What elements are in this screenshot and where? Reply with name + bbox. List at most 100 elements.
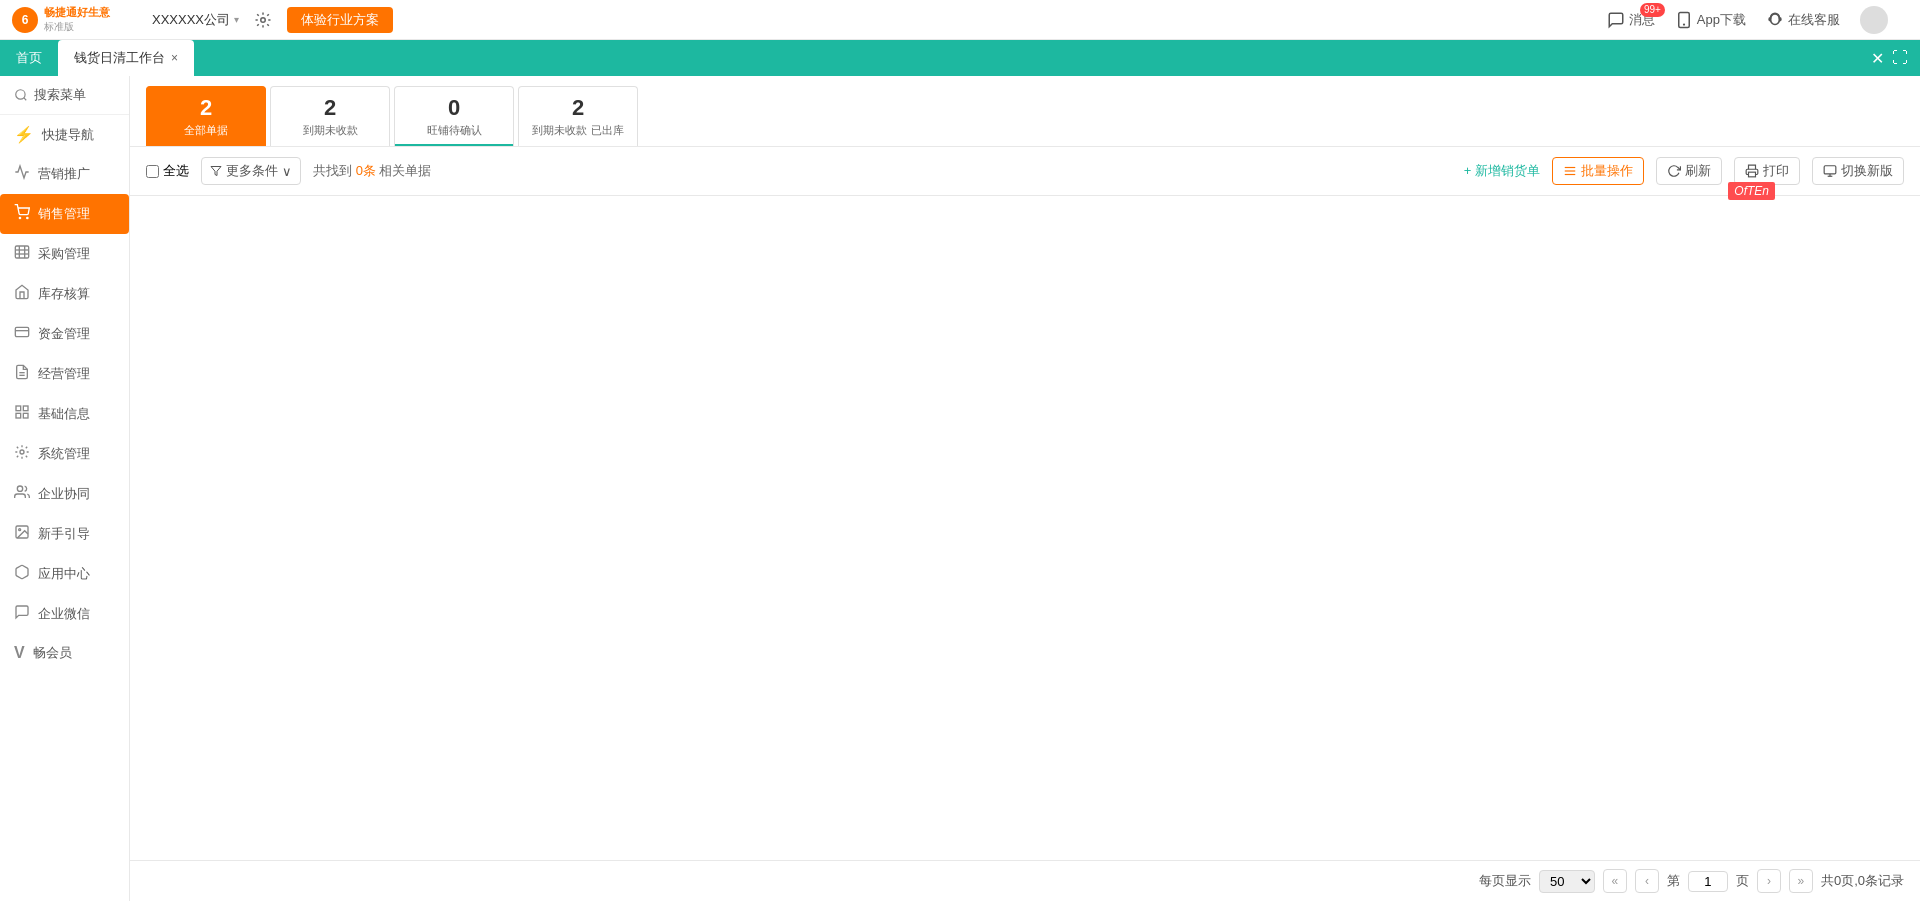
sidebar-item-label: 新手引导 (38, 525, 90, 543)
page-prefix: 第 (1667, 872, 1680, 890)
sidebar-item-sales-mgmt[interactable]: 销售管理 (0, 194, 129, 234)
tab-label-shipped: 到期未收款 已出库 (532, 123, 623, 138)
tab-label-wangpu: 旺铺待确认 (427, 123, 482, 138)
tab-home[interactable]: 首页 (0, 40, 58, 76)
trial-button[interactable]: 体验行业方案 (287, 7, 393, 33)
summary-tab-all[interactable]: 2 全部单据 (146, 86, 266, 146)
message-button[interactable]: 消息 99+ (1607, 11, 1655, 29)
online-service-label: 在线客服 (1788, 11, 1840, 29)
sidebar-item-inventory[interactable]: 库存核算 (0, 274, 129, 314)
new-sales-button[interactable]: + 新增销货单 (1464, 162, 1540, 180)
top-header: 6 畅捷通好生意 标准版 XXXXXX公司 ▾ 体验行业方案 消息 99+ (0, 0, 1920, 40)
svg-rect-18 (23, 413, 28, 418)
basic-info-icon (14, 404, 30, 424)
sidebar-item-label: 系统管理 (38, 445, 90, 463)
pagination-footer: 每页显示 50 100 200 « ‹ 第 页 › » 共0页,0条记录 (130, 860, 1920, 901)
tab-home-label: 首页 (16, 49, 42, 67)
sidebar-item-label: 营销推广 (38, 165, 90, 183)
filter-label: 更多条件 (226, 162, 278, 180)
sidebar-item-enterprise-collab[interactable]: 企业协同 (0, 474, 129, 514)
summary-tab-wangpu[interactable]: 0 旺铺待确认 (394, 86, 514, 146)
sidebar-item-label: 经营管理 (38, 365, 90, 383)
sidebar: 搜索菜单 ⚡ 快捷导航 营销推广 销售管理 (0, 76, 130, 901)
enterprise-wechat-icon (14, 604, 30, 624)
refresh-label: 刷新 (1685, 162, 1711, 180)
next-page-button[interactable]: › (1757, 869, 1781, 893)
logo-icon: 6 (12, 7, 38, 33)
sidebar-item-basic-info[interactable]: 基础信息 (0, 394, 129, 434)
finance-mgmt-icon (14, 324, 30, 344)
quick-nav-icon: ⚡ (14, 125, 34, 144)
sidebar-item-label: 基础信息 (38, 405, 90, 423)
select-all-checkbox[interactable]: 全选 (146, 162, 189, 180)
sidebar-item-marketing[interactable]: 营销推广 (0, 154, 129, 194)
summary-tabs: 2 全部单据 2 到期未收款 0 旺铺待确认 2 到期未收款 已出库 (130, 76, 1920, 147)
sales-mgmt-icon (14, 204, 30, 224)
print-button[interactable]: 打印 (1734, 157, 1800, 185)
select-all-input[interactable] (146, 165, 159, 178)
tab-active[interactable]: 钱货日清工作台 × (58, 40, 194, 76)
sidebar-item-enterprise-wechat[interactable]: 企业微信 (0, 594, 129, 634)
sidebar-search[interactable]: 搜索菜单 (0, 76, 129, 115)
summary-tab-overdue[interactable]: 2 到期未收款 (270, 86, 390, 146)
prev-page-button[interactable]: ‹ (1635, 869, 1659, 893)
company-selector[interactable]: XXXXXX公司 ▾ (152, 11, 239, 29)
sidebar-item-label: 采购管理 (38, 245, 90, 263)
sidebar-item-label: 企业协同 (38, 485, 90, 503)
app-center-icon (14, 564, 30, 584)
enterprise-collab-icon (14, 484, 30, 504)
marketing-icon (14, 164, 30, 184)
tab-close-window-button[interactable]: ✕ (1871, 49, 1884, 68)
sidebar-item-new-guide[interactable]: 新手引导 (0, 514, 129, 554)
avatar[interactable] (1860, 6, 1888, 34)
sidebar-search-label: 搜索菜单 (34, 86, 86, 104)
sidebar-item-system-mgmt[interactable]: 系统管理 (0, 434, 129, 474)
tab-count-all: 2 (200, 95, 212, 121)
tab-label-all: 全部单据 (184, 123, 228, 138)
vip-member-icon: V (14, 644, 25, 662)
app-download-label: App下载 (1697, 11, 1746, 29)
first-page-button[interactable]: « (1603, 869, 1627, 893)
batch-op-button[interactable]: 批量操作 (1552, 157, 1644, 185)
sidebar-item-quick-nav[interactable]: ⚡ 快捷导航 (0, 115, 129, 154)
svg-line-4 (24, 98, 27, 101)
tab-maximize-button[interactable]: ⛶ (1892, 49, 1908, 67)
found-text: 共找到 0条 相关单据 (313, 162, 431, 180)
online-service-button[interactable]: 在线客服 (1766, 11, 1840, 29)
switch-new-button[interactable]: 切换新版 (1812, 157, 1904, 185)
app-download-button[interactable]: App下载 (1675, 11, 1746, 29)
system-mgmt-icon (14, 444, 30, 464)
main-layout: 搜索菜单 ⚡ 快捷导航 营销推广 销售管理 (0, 76, 1920, 901)
purchase-mgmt-icon (14, 244, 30, 264)
new-guide-icon (14, 524, 30, 544)
content-area: 2 全部单据 2 到期未收款 0 旺铺待确认 2 到期未收款 已出库 (130, 76, 1920, 901)
svg-rect-12 (15, 327, 28, 336)
sidebar-item-finance-mgmt[interactable]: 资金管理 (0, 314, 129, 354)
refresh-button[interactable]: 刷新 (1656, 157, 1722, 185)
last-page-button[interactable]: » (1789, 869, 1813, 893)
sidebar-item-label: 资金管理 (38, 325, 90, 343)
page-size-select[interactable]: 50 100 200 (1539, 870, 1595, 893)
filter-button[interactable]: 更多条件 ∨ (201, 157, 301, 185)
company-name: XXXXXX公司 (152, 11, 230, 29)
svg-point-23 (19, 529, 21, 531)
sidebar-item-ops-mgmt[interactable]: 经营管理 (0, 354, 129, 394)
table-area (130, 196, 1920, 860)
sidebar-item-purchase-mgmt[interactable]: 采购管理 (0, 234, 129, 274)
svg-rect-19 (16, 413, 21, 418)
sidebar-item-vip-member[interactable]: V 畅会员 (0, 634, 129, 672)
tab-underline-wangpu (395, 144, 513, 146)
svg-rect-29 (1824, 166, 1836, 174)
inventory-icon (14, 284, 30, 304)
svg-point-6 (27, 217, 28, 218)
header-right: 消息 99+ App下载 在线客服 (1607, 6, 1908, 34)
tab-bar-actions: ✕ ⛶ (1871, 49, 1920, 68)
page-input[interactable] (1688, 871, 1728, 892)
settings-button[interactable] (249, 6, 277, 34)
sidebar-item-app-center[interactable]: 应用中心 (0, 554, 129, 594)
found-count: 0条 (356, 163, 376, 178)
summary-tab-shipped[interactable]: 2 到期未收款 已出库 (518, 86, 638, 146)
tab-close-icon[interactable]: × (171, 51, 178, 65)
tab-count-wangpu: 0 (448, 95, 460, 121)
sidebar-item-label: 销售管理 (38, 205, 90, 223)
